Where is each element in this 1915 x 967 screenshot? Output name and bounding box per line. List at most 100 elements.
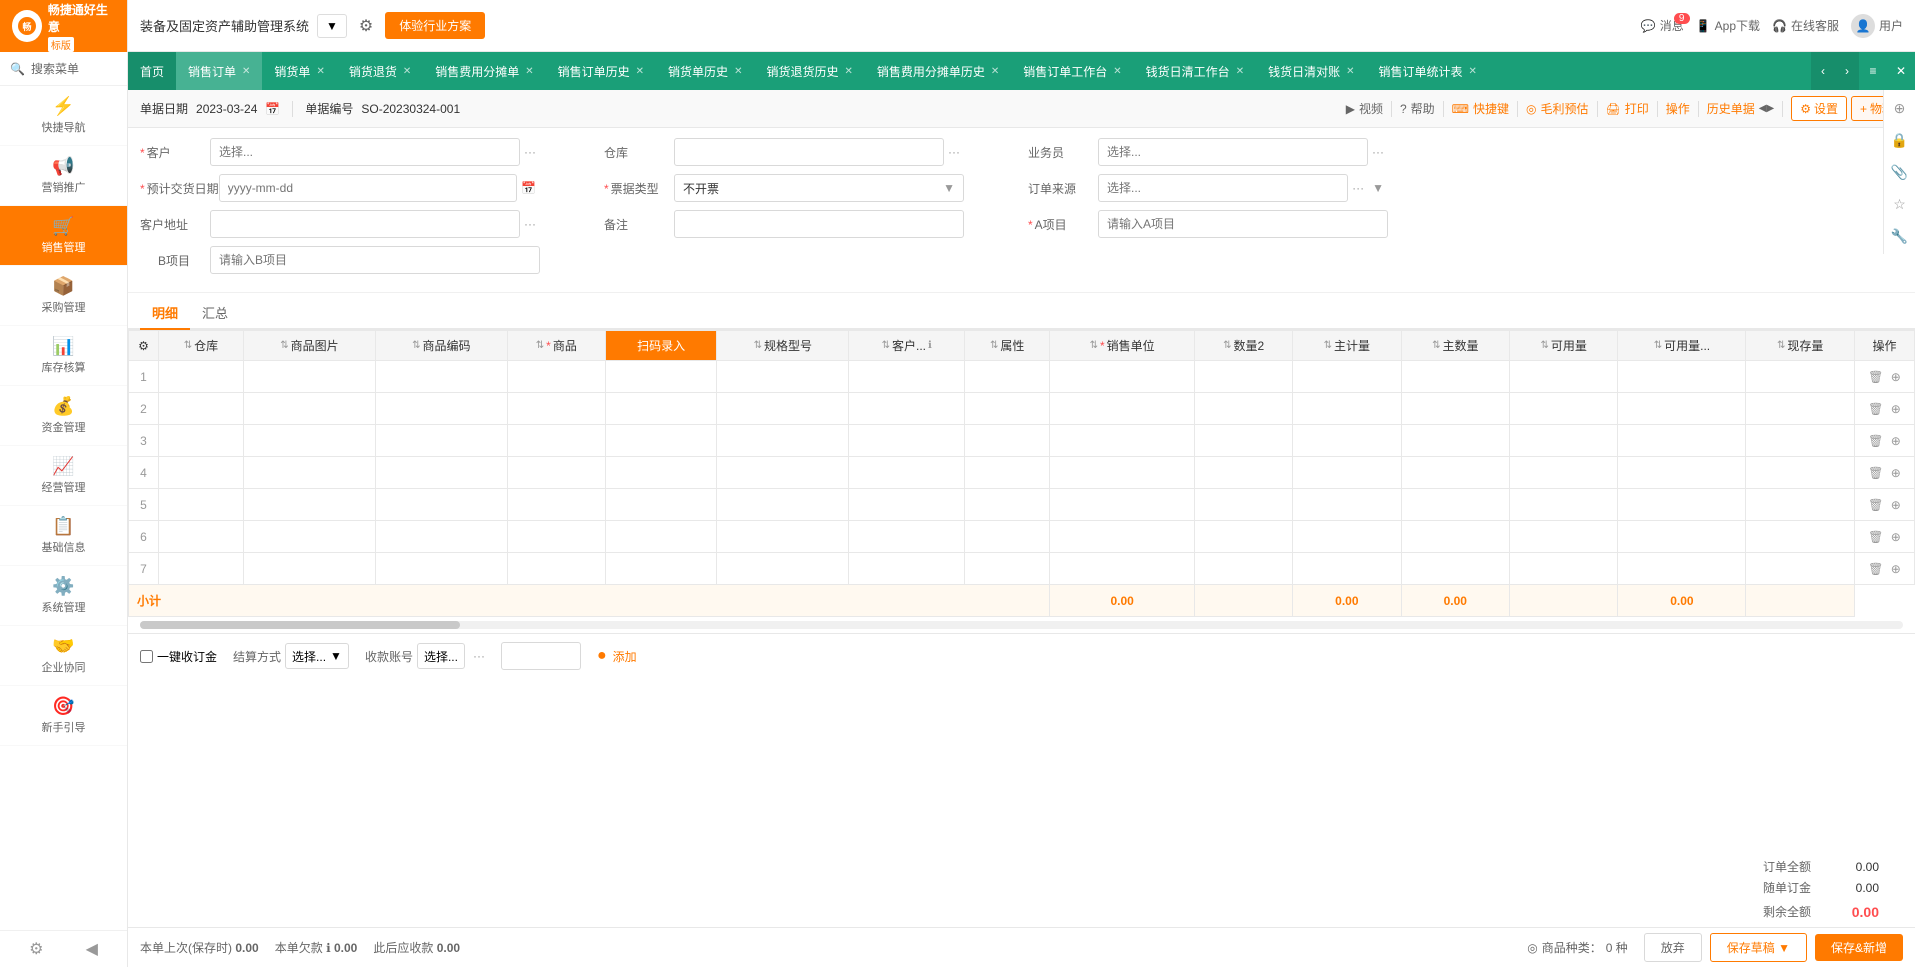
widget-btn-4[interactable]: ☆ <box>1886 190 1914 218</box>
row-copy-icon[interactable]: ⊕ <box>1891 466 1901 480</box>
a-project-input[interactable] <box>1098 210 1388 238</box>
order-source-arrow[interactable]: ▼ <box>1368 181 1388 195</box>
table-cell[interactable] <box>605 553 717 585</box>
sidebar-item-basic-info[interactable]: 📋 基础信息 <box>0 506 127 566</box>
table-cell[interactable] <box>1618 393 1746 425</box>
tab-close-icon[interactable]: ✕ <box>1113 66 1121 77</box>
sidebar-item-finance[interactable]: 💰 资金管理 <box>0 386 127 446</box>
customer-input[interactable] <box>210 138 520 166</box>
tab-close-icon[interactable]: ✕ <box>636 66 644 77</box>
tab-close-icon[interactable]: ✕ <box>734 66 742 77</box>
tab-close-icon[interactable]: ✕ <box>242 66 250 77</box>
sidebar-collapse-icon[interactable]: ◀ <box>86 939 98 959</box>
table-cell[interactable] <box>1401 361 1509 393</box>
table-cell[interactable] <box>965 489 1050 521</box>
sidebar-item-collab[interactable]: 🤝 企业协同 <box>0 626 127 686</box>
table-cell[interactable] <box>1401 521 1509 553</box>
collection-account-select[interactable]: 选择... <box>417 643 465 669</box>
table-cell[interactable] <box>1510 393 1618 425</box>
table-cell[interactable] <box>1195 489 1293 521</box>
toolbar-video-btn[interactable]: ▶ 视频 <box>1346 100 1383 117</box>
table-cell[interactable] <box>605 457 717 489</box>
tab-summary[interactable]: 汇总 <box>190 297 240 330</box>
customer-dots[interactable]: ··· <box>520 145 540 159</box>
table-cell[interactable] <box>1050 425 1195 457</box>
table-cell[interactable] <box>1293 489 1401 521</box>
tab-sales-stats[interactable]: 销售订单统计表 ✕ <box>1366 52 1488 90</box>
row-copy-icon[interactable]: ⊕ <box>1891 434 1901 448</box>
th-scan[interactable]: 扫码录入 <box>605 331 717 361</box>
table-cell[interactable] <box>965 553 1050 585</box>
order-source-input[interactable] <box>1098 174 1348 202</box>
table-cell[interactable] <box>1050 457 1195 489</box>
collection-dots[interactable]: ··· <box>473 649 485 663</box>
th-available[interactable]: ⇅可用量 <box>1510 331 1618 361</box>
discount-info-icon[interactable]: ℹ <box>326 941 331 955</box>
table-cell[interactable] <box>159 393 244 425</box>
table-cell[interactable] <box>1401 425 1509 457</box>
table-cell[interactable] <box>1195 457 1293 489</box>
salesperson-input[interactable] <box>1098 138 1368 166</box>
tab-close-icon[interactable]: ✕ <box>844 66 852 77</box>
table-cell[interactable] <box>717 553 849 585</box>
row-delete-icon[interactable]: 🗑 <box>1868 466 1883 480</box>
table-cell[interactable] <box>849 553 965 585</box>
table-cell[interactable] <box>1618 425 1746 457</box>
table-cell[interactable] <box>375 553 507 585</box>
table-cell[interactable] <box>507 393 605 425</box>
th-main-unit[interactable]: ⇅主计量 <box>1293 331 1401 361</box>
tab-cash-workbench[interactable]: 钱货日清工作台 ✕ <box>1134 52 1256 90</box>
row-copy-icon[interactable]: ⊕ <box>1891 530 1901 544</box>
sidebar-item-system[interactable]: ⚙️ 系统管理 <box>0 566 127 626</box>
toolbar-operations-btn[interactable]: 操作 <box>1666 100 1690 117</box>
th-settings[interactable]: ⚙ <box>129 331 159 361</box>
table-cell[interactable] <box>605 393 717 425</box>
save-new-btn[interactable]: 保存&新增 <box>1815 934 1903 961</box>
table-cell[interactable] <box>507 521 605 553</box>
th-main-qty[interactable]: ⇅主数量 <box>1401 331 1509 361</box>
table-cell[interactable] <box>965 361 1050 393</box>
address-input[interactable] <box>210 210 520 238</box>
add-icon[interactable]: ● <box>597 647 607 665</box>
th-available2[interactable]: ⇅可用量... <box>1618 331 1746 361</box>
table-cell[interactable] <box>1401 553 1509 585</box>
table-cell[interactable] <box>1293 553 1401 585</box>
table-cell[interactable] <box>1050 521 1195 553</box>
table-cell[interactable] <box>243 489 375 521</box>
history-arrows[interactable]: ◀▶ <box>1759 103 1774 114</box>
th-attribute[interactable]: ⇅属性 <box>965 331 1050 361</box>
table-cell[interactable] <box>375 393 507 425</box>
table-cell[interactable] <box>243 393 375 425</box>
table-cell[interactable] <box>159 361 244 393</box>
toolbar-help-btn[interactable]: ? 帮助 <box>1400 100 1435 117</box>
table-cell[interactable] <box>1293 425 1401 457</box>
industry-btn[interactable]: 体验行业方案 <box>385 12 485 39</box>
salesperson-dots[interactable]: ··· <box>1368 145 1388 159</box>
table-cell[interactable] <box>1050 553 1195 585</box>
navtabs-next[interactable]: › <box>1835 52 1859 90</box>
table-cell[interactable] <box>605 521 717 553</box>
table-cell[interactable] <box>1746 553 1855 585</box>
tab-order-workbench[interactable]: 销售订单工作台 ✕ <box>1011 52 1133 90</box>
topbar-gear-icon[interactable]: ⚙ <box>359 16 373 36</box>
table-cell[interactable] <box>1746 361 1855 393</box>
one-click-checkbox[interactable] <box>140 650 153 663</box>
row-copy-icon[interactable]: ⊕ <box>1891 562 1901 576</box>
table-cell[interactable] <box>375 521 507 553</box>
table-cell[interactable] <box>159 489 244 521</box>
table-cell[interactable] <box>1293 457 1401 489</box>
table-cell[interactable] <box>965 393 1050 425</box>
table-cell[interactable] <box>507 361 605 393</box>
table-cell[interactable] <box>1746 489 1855 521</box>
navtabs-prev[interactable]: ‹ <box>1811 52 1835 90</box>
payment-method-select[interactable]: 选择... ▼ <box>285 643 349 669</box>
table-cell[interactable] <box>965 425 1050 457</box>
toolbar-print-btn[interactable]: 🖨 打印 <box>1606 100 1649 117</box>
settings-btn[interactable]: ⚙ 设置 <box>1791 96 1847 121</box>
table-cell[interactable] <box>159 425 244 457</box>
tab-sales-fee[interactable]: 销售费用分摊单 ✕ <box>423 52 545 90</box>
row-delete-icon[interactable]: 🗑 <box>1868 562 1883 576</box>
table-cell[interactable] <box>717 393 849 425</box>
system-dropdown-btn[interactable]: ▼ <box>317 14 347 38</box>
table-cell[interactable] <box>717 425 849 457</box>
